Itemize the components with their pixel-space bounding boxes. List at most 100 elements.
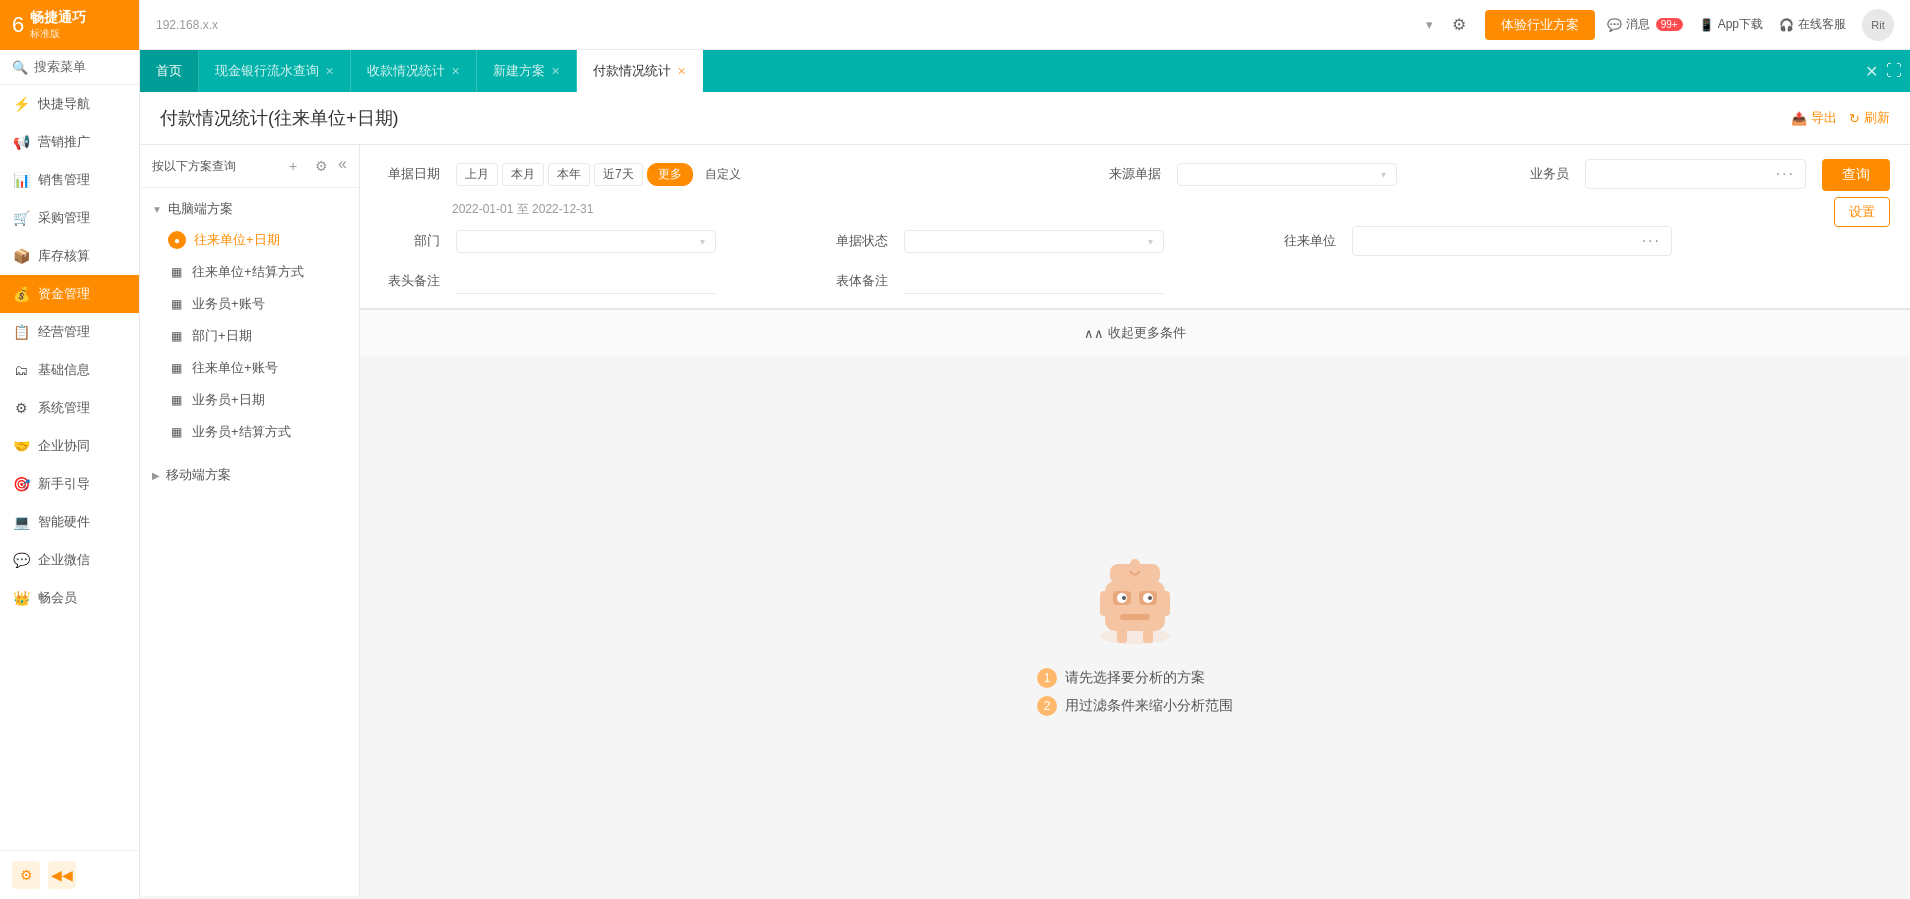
main-content: 付款情况统计(往来单位+日期) 📤 导出 ↻ 刷新 按以下方案查询 +: [140, 92, 1910, 899]
query-button[interactable]: 查询: [1822, 159, 1890, 191]
topbar-gear-icon[interactable]: ⚙: [1445, 11, 1473, 39]
inventory-icon: 📦: [12, 247, 30, 265]
mobile-scheme-group-header[interactable]: ▶ 移动端方案: [140, 460, 359, 490]
sidebar-item-system[interactable]: ⚙ 系统管理: [0, 389, 139, 427]
sidebar-item-finance[interactable]: 💰 资金管理: [0, 275, 139, 313]
svg-rect-10: [1162, 591, 1170, 616]
status-select[interactable]: ▾: [904, 230, 1164, 253]
tab-income[interactable]: 收款情况统计 ✕: [351, 50, 477, 92]
filter-row-1: 单据日期 上月 本月 本年 近7天 更多 自定义: [380, 159, 1806, 189]
sidebar-item-operation[interactable]: 📋 经营管理: [0, 313, 139, 351]
date-label: 单据日期: [380, 165, 440, 183]
trial-button[interactable]: 体验行业方案: [1485, 10, 1595, 40]
tab-close-all-btn[interactable]: ✕: [1865, 62, 1878, 81]
sidebar-item-enterprise[interactable]: 🤝 企业协同: [0, 427, 139, 465]
tab-bank-close[interactable]: ✕: [325, 65, 334, 78]
body-layout: 按以下方案查询 + ⚙ « ▼ 电脑端方案 ● 往来单位+日期: [140, 145, 1910, 896]
empty-state: 1 请先选择要分析的方案 2 用过滤条件来缩小分析范围: [360, 356, 1910, 896]
page-title: 付款情况统计(往来单位+日期): [160, 106, 399, 130]
body-note-label: 表体备注: [828, 272, 888, 290]
scheme-add-btn[interactable]: +: [282, 155, 304, 177]
date-btn-last-month[interactable]: 上月: [456, 163, 498, 186]
svg-point-14: [1130, 559, 1140, 569]
refresh-btn[interactable]: ↻ 刷新: [1849, 109, 1890, 127]
partner-settle-icon: ▦: [168, 264, 184, 280]
topbar-dropdown-arrow[interactable]: ▾: [1426, 17, 1433, 32]
message-btn[interactable]: 💬 消息 99+: [1607, 16, 1683, 33]
tab-income-close[interactable]: ✕: [451, 65, 460, 78]
tab-new[interactable]: 新建方案 ✕: [477, 50, 577, 92]
scheme-item-staff-settle[interactable]: ▦ 业务员+结算方式: [140, 416, 359, 448]
mobile-scheme-group: ▶ 移动端方案: [140, 454, 359, 496]
empty-illustration: [1075, 536, 1195, 656]
date-btn-more[interactable]: 更多: [647, 163, 693, 186]
sidebar-item-guide[interactable]: 🎯 新手引导: [0, 465, 139, 503]
staff-select-dots[interactable]: ···: [1776, 165, 1795, 183]
sidebar-item-marketing[interactable]: 📢 营销推广: [0, 123, 139, 161]
staff-select[interactable]: ···: [1585, 159, 1806, 189]
source-label: 来源单据: [1101, 165, 1161, 183]
collapse-chevron-icon: ∧∧: [1084, 326, 1104, 341]
partner-select-dots[interactable]: ···: [1642, 232, 1661, 250]
sidebar-item-sales[interactable]: 📊 销售管理: [0, 161, 139, 199]
sidebar-item-wechat[interactable]: 💬 企业微信: [0, 541, 139, 579]
collapse-conditions-btn[interactable]: ∧∧ 收起更多条件: [380, 316, 1890, 350]
scheme-collapse-btn[interactable]: «: [338, 155, 347, 177]
body-note-input[interactable]: [904, 268, 1164, 294]
left-panel: 按以下方案查询 + ⚙ « ▼ 电脑端方案 ● 往来单位+日期: [140, 145, 360, 896]
date-btn-custom[interactable]: 自定义: [697, 164, 749, 185]
staff-date-icon: ▦: [168, 392, 184, 408]
sidebar-item-member[interactable]: 👑 畅会员: [0, 579, 139, 617]
app-download-btn[interactable]: 📱 App下载: [1699, 16, 1763, 33]
scheme-item-partner-account[interactable]: ▦ 往来单位+账号: [140, 352, 359, 384]
svg-rect-11: [1117, 629, 1127, 643]
partner-select[interactable]: ···: [1352, 226, 1672, 256]
svg-point-6: [1122, 596, 1126, 600]
date-btn-this-year[interactable]: 本年: [548, 163, 590, 186]
topbar: 192.168.x.x ▾ ⚙ 体验行业方案 💬 消息 99+ 📱 App下载 …: [140, 0, 1910, 50]
filter-settings-button[interactable]: 设置: [1834, 197, 1890, 227]
tab-payment-close[interactable]: ✕: [677, 65, 686, 78]
left-panel-icons: + ⚙ «: [282, 155, 347, 177]
staff-settle-icon: ▦: [168, 424, 184, 440]
scheme-item-dept-date[interactable]: ▦ 部门+日期: [140, 320, 359, 352]
tab-payment[interactable]: 付款情况统计 ✕: [577, 50, 703, 92]
dept-date-icon: ▦: [168, 328, 184, 344]
scheme-item-partner-settle[interactable]: ▦ 往来单位+结算方式: [140, 256, 359, 288]
dept-select[interactable]: ▾: [456, 230, 716, 253]
user-avatar[interactable]: Rit: [1862, 9, 1894, 41]
sales-icon: 📊: [12, 171, 30, 189]
sidebar-item-basic[interactable]: 🗂 基础信息: [0, 351, 139, 389]
sidebar-item-hardware[interactable]: 💻 智能硬件: [0, 503, 139, 541]
app-icon: 📱: [1699, 18, 1714, 32]
scheme-item-partner-date[interactable]: ● 往来单位+日期: [140, 224, 359, 256]
desktop-scheme-group: ▼ 电脑端方案 ● 往来单位+日期 ▦ 往来单位+结算方式 ▦ 业务员+账号: [140, 188, 359, 454]
bottom-settings-btn[interactable]: ⚙: [12, 861, 40, 889]
export-btn[interactable]: 📤 导出: [1791, 109, 1837, 127]
service-btn[interactable]: 🎧 在线客服: [1779, 16, 1846, 33]
source-select[interactable]: ▾: [1177, 163, 1398, 186]
desktop-scheme-group-header[interactable]: ▼ 电脑端方案: [140, 194, 359, 224]
search-menu[interactable]: 🔍 搜索菜单: [0, 50, 139, 85]
tab-home[interactable]: 首页: [140, 50, 199, 92]
sidebar-item-inventory[interactable]: 📦 库存核算: [0, 237, 139, 275]
tab-bank[interactable]: 现金银行流水查询 ✕: [199, 50, 351, 92]
sidebar-nav: ⚡ 快捷导航 📢 营销推广 📊 销售管理 🛒 采购管理 📦 库存核算 💰 资金管…: [0, 85, 139, 850]
scheme-item-staff-date[interactable]: ▦ 业务员+日期: [140, 384, 359, 416]
tab-new-close[interactable]: ✕: [551, 65, 560, 78]
search-icon: 🔍: [12, 60, 28, 75]
tip-num-1: 1: [1037, 668, 1057, 688]
header-note-input[interactable]: [456, 268, 716, 294]
bottom-collapse-btn[interactable]: ◀◀: [48, 861, 76, 889]
tab-expand-btn[interactable]: ⛶: [1886, 62, 1902, 80]
date-btn-this-month[interactable]: 本月: [502, 163, 544, 186]
scheme-item-staff-account[interactable]: ▦ 业务员+账号: [140, 288, 359, 320]
sidebar-item-purchase[interactable]: 🛒 采购管理: [0, 199, 139, 237]
tip-num-2: 2: [1037, 696, 1057, 716]
scheme-settings-btn[interactable]: ⚙: [310, 155, 332, 177]
page-header-actions: 📤 导出 ↻ 刷新: [1791, 109, 1890, 127]
date-buttons: 上月 本月 本年 近7天 更多 自定义: [456, 163, 749, 186]
date-btn-7days[interactable]: 近7天: [594, 163, 643, 186]
dept-label: 部门: [380, 232, 440, 250]
sidebar-item-quick-nav[interactable]: ⚡ 快捷导航: [0, 85, 139, 123]
